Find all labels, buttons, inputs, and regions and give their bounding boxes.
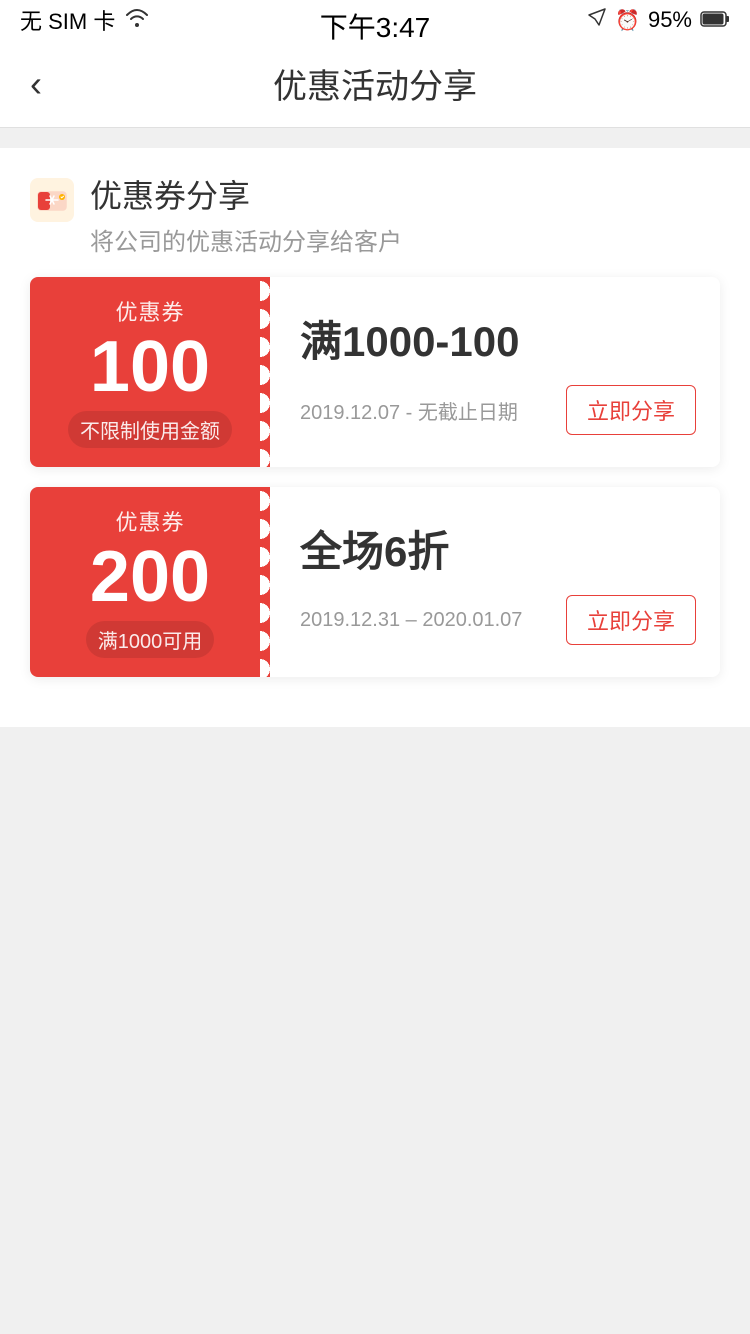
share-button-2[interactable]: 立即分享	[566, 595, 696, 645]
coupon-condition-2: 满1000可用	[86, 621, 215, 658]
section-icon	[30, 178, 74, 222]
share-button-1[interactable]: 立即分享	[566, 385, 696, 435]
coupon-date-1: 2019.12.07 - 无截止日期	[300, 396, 518, 425]
section-header: 优惠券分享 将公司的优惠活动分享给客户	[0, 148, 750, 277]
coupon-card-1: 优惠券 100 不限制使用金额 满1000-100 2019.12.07 - 无…	[30, 277, 720, 467]
status-bar: 无 SIM 卡 下午3:47 ⏰ 95%	[0, 0, 750, 40]
section-text: 优惠券分享 将公司的优惠活动分享给客户	[90, 176, 402, 257]
section-divider-top	[0, 128, 750, 148]
section-title: 优惠券分享	[90, 176, 402, 218]
coupon-footer-2: 2019.12.31 – 2020.01.07 立即分享	[300, 595, 696, 645]
location-icon	[587, 7, 607, 33]
status-left: 无 SIM 卡	[20, 4, 151, 36]
back-button[interactable]: ‹	[30, 63, 42, 105]
wifi-icon	[123, 7, 151, 33]
coupon-card-2: 优惠券 200 满1000可用 全场6折 2019.12.31 – 2020.0…	[30, 487, 720, 677]
status-right: ⏰ 95%	[587, 7, 730, 33]
coupon-footer-1: 2019.12.07 - 无截止日期 立即分享	[300, 385, 696, 435]
coupon-label-1: 优惠券	[115, 295, 184, 327]
battery-percent: 95%	[648, 7, 692, 33]
coupon-list: 优惠券 100 不限制使用金额 满1000-100 2019.12.07 - 无…	[0, 277, 750, 727]
coupon-left-1: 优惠券 100 不限制使用金额	[30, 277, 270, 467]
coupon-date-2: 2019.12.31 – 2020.01.07	[300, 609, 522, 632]
page-title: 优惠活动分享	[273, 59, 477, 108]
carrier-label: 无 SIM 卡	[20, 4, 115, 36]
coupon-right-2: 全场6折 2019.12.31 – 2020.01.07 立即分享	[270, 487, 720, 677]
coupon-amount-1: 100	[90, 331, 210, 403]
coupon-right-1: 满1000-100 2019.12.07 - 无截止日期 立即分享	[270, 277, 720, 467]
battery-icon	[700, 7, 730, 33]
coupon-name-1: 满1000-100	[300, 308, 696, 369]
alarm-icon: ⏰	[615, 8, 640, 33]
section-subtitle: 将公司的优惠活动分享给客户	[90, 222, 402, 257]
coupon-label-2: 优惠券	[115, 505, 184, 537]
nav-bar: ‹ 优惠活动分享	[0, 40, 750, 128]
coupon-amount-2: 200	[90, 541, 210, 613]
coupon-left-2: 优惠券 200 满1000可用	[30, 487, 270, 677]
coupon-name-2: 全场6折	[300, 518, 696, 579]
coupon-condition-1: 不限制使用金额	[68, 411, 232, 448]
bottom-empty-space	[0, 727, 750, 1327]
